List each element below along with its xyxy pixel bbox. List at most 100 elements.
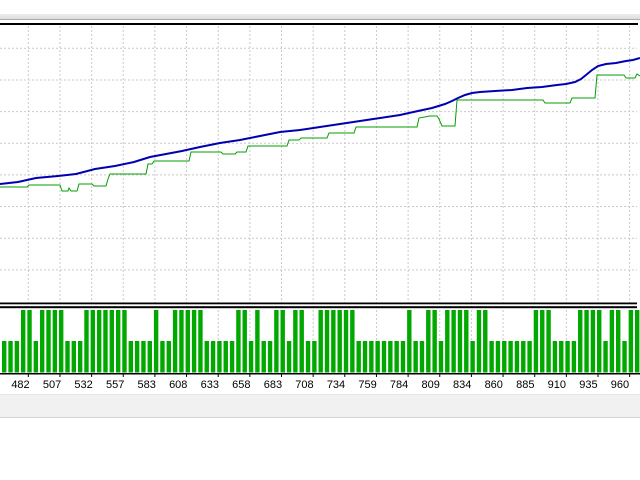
lot-bar — [451, 310, 456, 373]
lot-bar — [8, 341, 13, 373]
lot-bar — [559, 341, 564, 373]
x-axis-labels: 482 507 532 557 583 608 633 658 683 708 734 759 784 8… — [11, 379, 629, 391]
lot-bar — [217, 341, 222, 373]
x-tick-label: 532 — [74, 379, 92, 391]
chart-top-border — [0, 23, 638, 25]
lot-bar — [438, 341, 444, 373]
lot-bar — [255, 310, 260, 373]
lot-bar — [635, 310, 640, 373]
lot-bar — [400, 341, 406, 373]
lot-bar — [343, 310, 349, 373]
x-tick-label: 482 — [11, 379, 29, 391]
lot-bar — [286, 341, 292, 373]
lot-bar — [356, 341, 361, 373]
equity-line — [0, 73, 640, 192]
x-tick-label: 860 — [485, 379, 503, 391]
lot-bar — [2, 341, 7, 373]
lot-bar — [147, 341, 152, 373]
lot-bar — [609, 310, 615, 373]
lot-bar — [362, 341, 368, 373]
lot-bar — [134, 341, 140, 373]
x-tick-label: 960 — [611, 379, 629, 391]
lot-bar — [122, 310, 127, 373]
lot-bar — [179, 310, 184, 373]
lot-bar — [242, 310, 247, 373]
x-tick-label: 935 — [579, 379, 597, 391]
lot-bar — [318, 310, 323, 373]
lot-bar — [590, 310, 596, 373]
lot-bar — [293, 310, 298, 373]
lot-bar — [90, 310, 96, 373]
lot-bar — [413, 341, 418, 373]
lot-bar — [350, 310, 355, 373]
lot-bar — [77, 341, 83, 373]
lot-bar — [622, 341, 627, 373]
balance-equity-chart[interactable]: 482 507 532 557 583 608 633 658 683 708 734 759 784 8… — [0, 0, 640, 480]
lot-bar — [172, 310, 178, 373]
lot-bar — [597, 310, 602, 373]
lot-bar — [20, 310, 26, 373]
x-tick-label: 683 — [264, 379, 282, 391]
x-tick-label: 583 — [138, 379, 156, 391]
lot-bar — [476, 310, 482, 373]
lot-bar — [229, 341, 235, 373]
separator-line-upper — [0, 302, 637, 305]
lot-bar — [419, 341, 425, 373]
lot-size-bars — [2, 310, 640, 373]
lot-bar — [198, 310, 203, 373]
lot-bar — [616, 310, 621, 373]
tester-graph-window: 482 507 532 557 583 608 633 658 683 708 734 759 784 8… — [0, 0, 640, 480]
x-tick-label: 608 — [169, 379, 187, 391]
lot-bar — [540, 310, 545, 373]
lot-bar — [267, 341, 273, 373]
x-tick-label: 784 — [390, 379, 408, 391]
lot-bar — [58, 310, 64, 373]
x-axis-ticks — [27, 374, 631, 377]
lot-bar — [305, 341, 311, 373]
lot-bar — [160, 341, 165, 373]
lot-bar — [331, 310, 336, 373]
lot-bar — [426, 310, 431, 373]
x-tick-label: 834 — [453, 379, 471, 391]
x-tick-label: 910 — [548, 379, 566, 391]
lot-bar — [584, 310, 589, 373]
lot-bar — [445, 310, 450, 373]
lot-bar — [432, 310, 437, 373]
lot-bar — [381, 341, 387, 373]
lot-bar — [128, 341, 133, 373]
lot-bar — [470, 341, 475, 373]
lot-bar — [223, 341, 228, 373]
lot-bar — [388, 341, 393, 373]
x-tick-label: 885 — [516, 379, 534, 391]
lot-bar — [603, 341, 608, 373]
x-axis-line — [0, 373, 640, 375]
lot-bar — [533, 310, 539, 373]
x-tick-label: 759 — [358, 379, 376, 391]
lot-bar — [546, 310, 551, 373]
lot-bar — [508, 341, 513, 373]
lot-bar — [109, 310, 115, 373]
lot-bar — [337, 310, 342, 373]
lot-bar — [210, 341, 216, 373]
lot-bar — [52, 310, 58, 373]
lot-bar — [527, 341, 532, 373]
lot-bar — [261, 341, 266, 373]
lot-bar — [578, 310, 583, 373]
x-tick-label: 708 — [295, 379, 313, 391]
lot-bar — [312, 341, 317, 373]
lot-bar — [628, 310, 634, 373]
lot-bar — [27, 310, 32, 373]
lot-bar — [521, 341, 526, 373]
lot-bar — [502, 341, 507, 373]
lot-bar — [565, 341, 570, 373]
x-tick-label: 507 — [43, 379, 61, 391]
x-tick-label: 734 — [327, 379, 345, 391]
lot-bar — [204, 341, 209, 373]
lot-bar — [103, 310, 108, 373]
lot-bar — [46, 310, 51, 373]
lot-bar — [495, 341, 501, 373]
lot-bar — [141, 341, 146, 373]
lot-bar — [14, 341, 20, 373]
lot-bar — [464, 310, 469, 373]
lot-bar — [299, 310, 304, 373]
